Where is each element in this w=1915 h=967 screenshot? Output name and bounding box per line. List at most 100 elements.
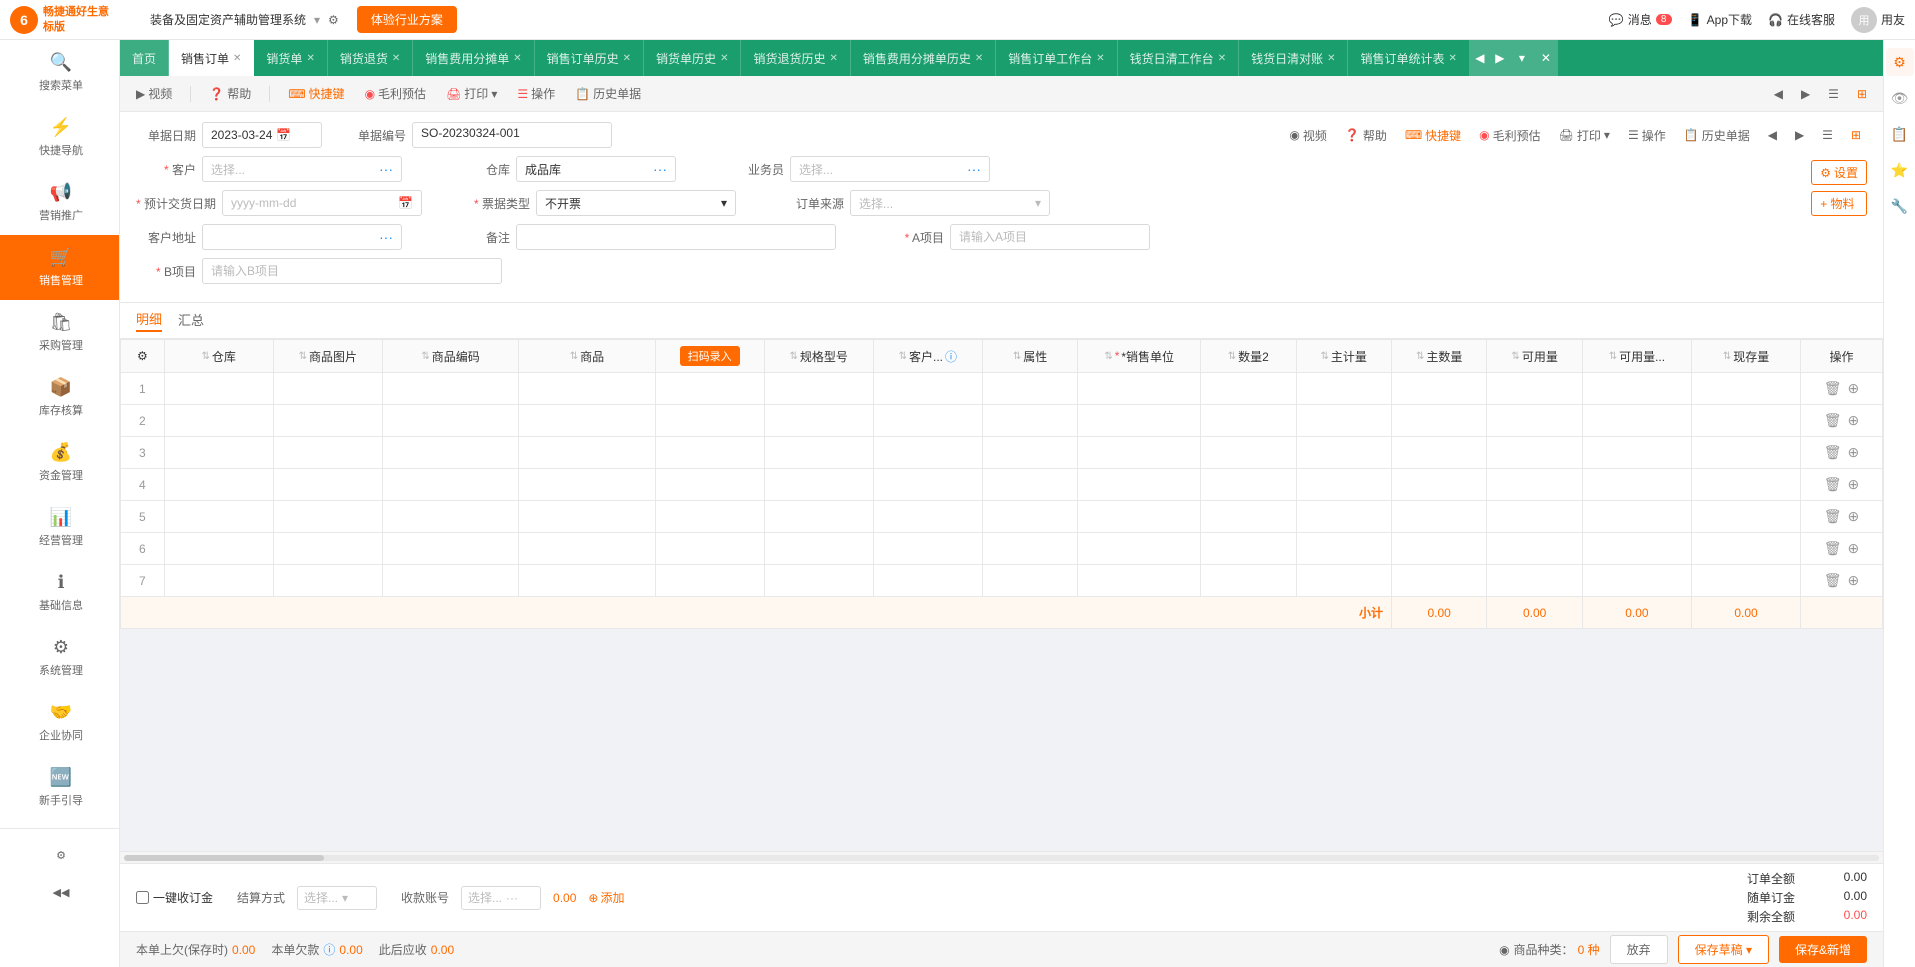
- tab-sales-order[interactable]: 销售订单 ✕: [169, 40, 254, 76]
- delete-icon-2[interactable]: 🗑: [1824, 412, 1842, 429]
- right-panel-icon-1[interactable]: ⚙: [1886, 48, 1914, 76]
- toolbar-profit-btn[interactable]: ◉ 毛利预估: [359, 83, 433, 104]
- payment-select[interactable]: 选择... ▾: [297, 886, 377, 910]
- tab-expense[interactable]: 销售费用分摊单 ✕: [413, 40, 534, 76]
- collection-more-btn[interactable]: ···: [506, 891, 518, 905]
- toolbar-operate-btn[interactable]: ☰ 操作: [511, 83, 561, 104]
- th-unit[interactable]: ⇅ * *销售单位: [1078, 340, 1201, 373]
- tab-return[interactable]: 销货退货 ✕: [328, 40, 413, 76]
- right-panel-icon-5[interactable]: 🔧: [1886, 192, 1914, 220]
- tab-next-btn[interactable]: ▶: [1490, 40, 1510, 76]
- salesperson-input[interactable]: 选择... ···: [790, 156, 990, 182]
- address-input[interactable]: ···: [202, 224, 402, 250]
- history-toolbar-btn[interactable]: 📋 历史单据: [1678, 125, 1756, 146]
- copy-icon-2[interactable]: ⊕: [1848, 412, 1860, 429]
- discard-btn[interactable]: 放弃: [1610, 935, 1668, 964]
- customer-more-btn[interactable]: ···: [379, 161, 393, 177]
- tab-history-expense[interactable]: 销售费用分摊单历史 ✕: [851, 40, 996, 76]
- right-panel-icon-2[interactable]: 👁: [1886, 84, 1914, 112]
- industry-btn[interactable]: 体验行业方案: [357, 6, 457, 33]
- copy-icon-7[interactable]: ⊕: [1848, 572, 1860, 589]
- tab-workbench[interactable]: 销售订单工作台 ✕: [996, 40, 1117, 76]
- tab-prev-btn[interactable]: ◀: [1470, 40, 1490, 76]
- sidebar-item-system[interactable]: ⚙ 系统管理: [0, 625, 119, 690]
- sidebar-item-collab[interactable]: 🤝 企业协同: [0, 690, 119, 755]
- th-attr[interactable]: ⇅ 属性: [982, 340, 1077, 373]
- th-available2[interactable]: ⇅ 可用量...: [1582, 340, 1691, 373]
- th-settings[interactable]: ⚙: [121, 340, 165, 373]
- tab-history-return[interactable]: 销货退货历史 ✕: [741, 40, 850, 76]
- save-draft-btn[interactable]: 保存草稿 ▾: [1678, 935, 1769, 964]
- list-view-btn[interactable]: ☰: [1816, 125, 1839, 146]
- tab-sales-invoice-close[interactable]: ✕: [306, 53, 314, 64]
- warehouse-input[interactable]: 成品库 ···: [516, 156, 676, 182]
- tab-history-order-close[interactable]: ✕: [623, 53, 631, 64]
- toolbar-history-btn[interactable]: 📋 历史单据: [569, 83, 647, 104]
- copy-icon-4[interactable]: ⊕: [1848, 476, 1860, 493]
- th-main-qty[interactable]: ⇅ 主数量: [1391, 340, 1486, 373]
- scan-entry-btn[interactable]: 扫码录入: [680, 346, 740, 366]
- tab-close-all-btn[interactable]: ✕: [1534, 40, 1558, 76]
- calendar-icon[interactable]: 📅: [276, 128, 291, 142]
- quick-collect-input[interactable]: [136, 891, 149, 904]
- tab-expense-close[interactable]: ✕: [513, 53, 521, 64]
- th-image[interactable]: ⇅ 商品图片: [273, 340, 382, 373]
- date-input[interactable]: 2023-03-24 📅: [202, 122, 322, 148]
- grid-view-btn[interactable]: ⊞: [1845, 125, 1867, 146]
- th-current-qty[interactable]: ⇅ 现存量: [1691, 340, 1800, 373]
- sidebar-item-marketing[interactable]: 📢 营销推广: [0, 170, 119, 235]
- tab-summary[interactable]: 汇总: [178, 310, 204, 331]
- toolbar-print-btn[interactable]: 🖨 打印 ▾: [440, 83, 503, 104]
- th-available[interactable]: ⇅ 可用量: [1487, 340, 1582, 373]
- toolbar-nav-prev[interactable]: ◀: [1768, 85, 1789, 103]
- tab-stats-close[interactable]: ✕: [1449, 53, 1457, 64]
- th-customer-code[interactable]: ⇅ 客户... ⓘ: [873, 340, 982, 373]
- app-download-item[interactable]: 📱 App下载: [1688, 11, 1752, 28]
- sidebar-collapse[interactable]: ◀◀: [0, 874, 119, 911]
- tab-return-close[interactable]: ✕: [392, 53, 400, 64]
- view-toolbar-btn[interactable]: ◉ 视频: [1283, 125, 1333, 146]
- tab-history-return-close[interactable]: ✕: [829, 53, 837, 64]
- invoice-type-select[interactable]: 不开票 ▾: [536, 190, 736, 216]
- sidebar-item-nav[interactable]: ⚡ 快捷导航: [0, 105, 119, 170]
- shortcut-toolbar-btn[interactable]: ⌨ 快捷键: [1399, 125, 1467, 146]
- delivery-cal-icon[interactable]: 📅: [398, 196, 413, 210]
- sidebar-item-purchase[interactable]: 🛍 采购管理: [0, 300, 119, 365]
- tab-home[interactable]: 首页: [120, 40, 169, 76]
- tab-detail[interactable]: 明细: [136, 309, 162, 332]
- copy-icon-5[interactable]: ⊕: [1848, 508, 1860, 525]
- delete-icon-6[interactable]: 🗑: [1824, 540, 1842, 557]
- sidebar-settings[interactable]: ⚙: [0, 837, 119, 874]
- th-scan[interactable]: 扫码录入: [655, 340, 764, 373]
- address-more-btn[interactable]: ···: [379, 229, 393, 245]
- sidebar-item-sales[interactable]: 🛒 销售管理: [0, 235, 119, 300]
- copy-icon-6[interactable]: ⊕: [1848, 540, 1860, 557]
- customer-input[interactable]: 选择... ···: [202, 156, 402, 182]
- toolbar-list-view[interactable]: ☰: [1822, 85, 1845, 103]
- sidebar-item-search[interactable]: 🔍 搜索菜单: [0, 40, 119, 105]
- add-material-btn[interactable]: + 物料: [1811, 191, 1867, 216]
- project-b-input[interactable]: 请输入B项目: [202, 258, 502, 284]
- add-collection-btn[interactable]: ⊕ 添加: [588, 889, 624, 906]
- th-qty2[interactable]: ⇅ 数量2: [1201, 340, 1296, 373]
- right-panel-icon-4[interactable]: ⭐: [1886, 156, 1914, 184]
- message-item[interactable]: 💬 消息 8: [1609, 11, 1672, 28]
- delete-icon-3[interactable]: 🗑: [1824, 444, 1842, 461]
- nav-prev-btn[interactable]: ◀: [1762, 125, 1783, 146]
- sidebar-item-newbie[interactable]: 🆕 新手引导: [0, 755, 119, 820]
- warehouse-more-btn[interactable]: ···: [653, 161, 667, 177]
- tab-stats[interactable]: 销售订单统计表 ✕: [1348, 40, 1469, 76]
- tab-workbench-close[interactable]: ✕: [1096, 53, 1104, 64]
- toolbar-shortcut-btn[interactable]: ⌨ 快捷键: [282, 83, 350, 104]
- order-no-input[interactable]: SO-20230324-001: [412, 122, 612, 148]
- sidebar-item-finance[interactable]: 💰 资金管理: [0, 430, 119, 495]
- tab-daily-clear-close[interactable]: ✕: [1218, 53, 1226, 64]
- app-dropdown-arrow[interactable]: ▾: [314, 13, 320, 27]
- setup-btn[interactable]: ⚙ 设置: [1811, 160, 1867, 185]
- delete-icon-7[interactable]: 🗑: [1824, 572, 1842, 589]
- th-warehouse[interactable]: ⇅ 仓库: [164, 340, 273, 373]
- tab-history-order[interactable]: 销售订单历史 ✕: [535, 40, 644, 76]
- help-toolbar-btn[interactable]: ❓ 帮助: [1339, 125, 1393, 146]
- sidebar-item-management[interactable]: 📊 经营管理: [0, 495, 119, 560]
- delete-icon-5[interactable]: 🗑: [1824, 508, 1842, 525]
